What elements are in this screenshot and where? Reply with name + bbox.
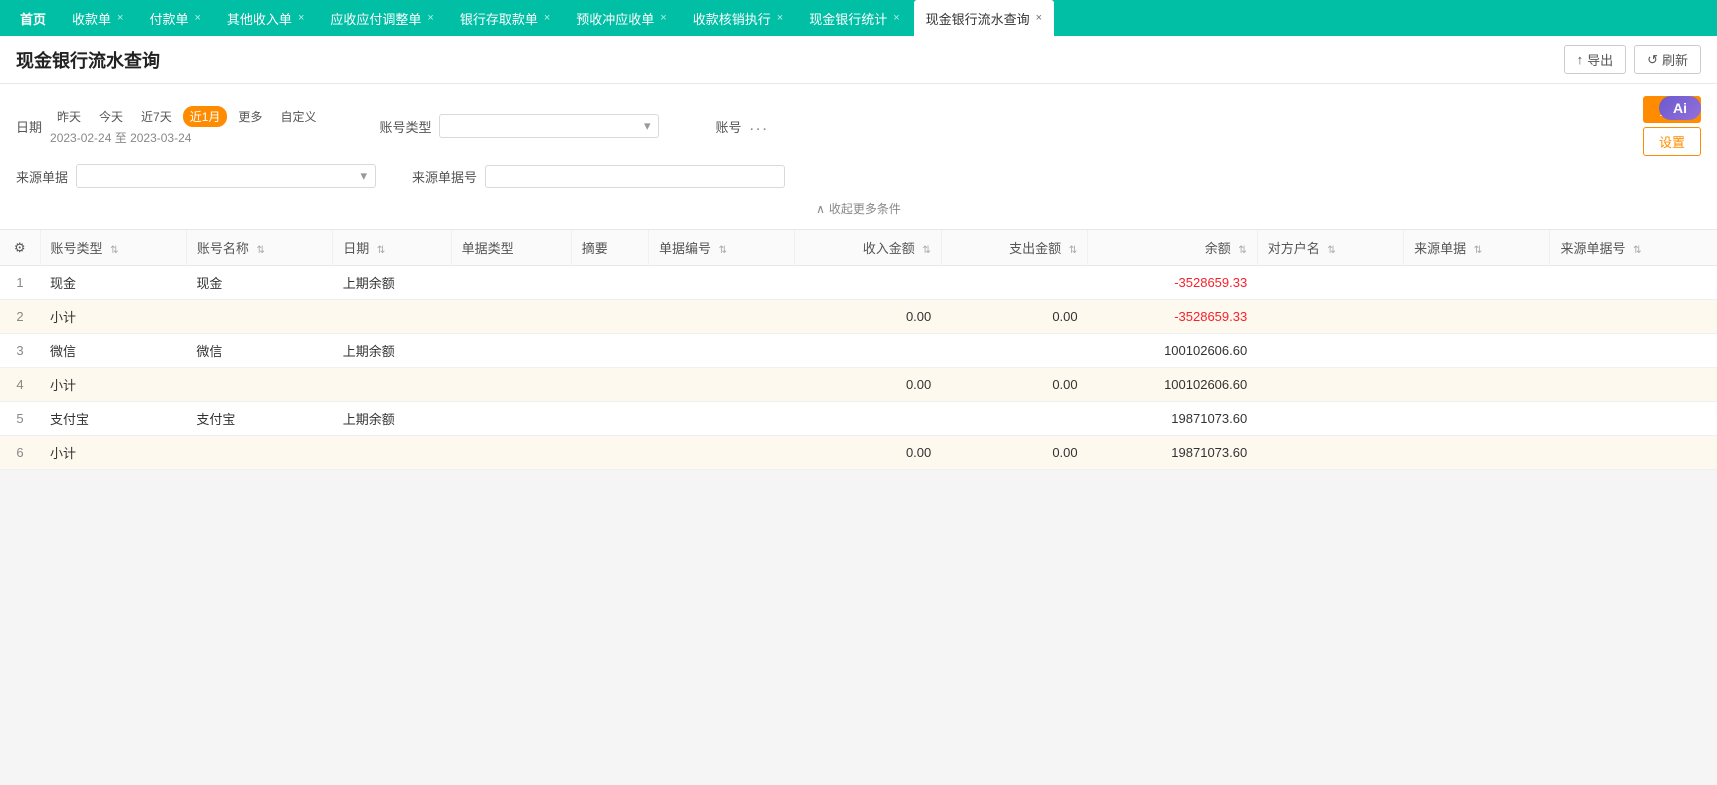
table-row: 1现金现金上期余额-3528659.33 xyxy=(0,266,1717,300)
nav-tab-yscys[interactable]: 预收冲应收单 × xyxy=(564,0,678,36)
account-filter-group: 账号 ... xyxy=(715,117,768,136)
date-range-text: 2023-02-24 至 2023-03-24 xyxy=(50,129,323,146)
chevron-up-icon: ∧ xyxy=(816,202,825,216)
source-doc-filter-group: 来源单据 ▾ xyxy=(16,164,376,188)
close-icon[interactable]: × xyxy=(1036,12,1042,24)
source-doc-num-input[interactable] xyxy=(485,165,785,188)
page-title: 现金银行流水查询 xyxy=(16,47,160,73)
nav-tab-ysyf[interactable]: 应收应付调整单 × xyxy=(318,0,445,36)
close-icon[interactable]: × xyxy=(893,12,899,24)
col-source-doc-no[interactable]: 来源单据号 ⇅ xyxy=(1550,230,1717,266)
nav-home[interactable]: 首页 xyxy=(8,0,58,36)
col-doc-no[interactable]: 单据编号 ⇅ xyxy=(649,230,795,266)
table-row: 2小计0.000.00-3528659.33 xyxy=(0,300,1717,334)
nav-tab-xjyhls[interactable]: 现金银行流水查询 × xyxy=(914,0,1054,36)
date-btn-7days[interactable]: 近7天 xyxy=(134,106,179,127)
date-label: 日期 xyxy=(16,117,42,136)
close-icon[interactable]: × xyxy=(777,12,783,24)
sort-icon: ⇅ xyxy=(1327,245,1335,256)
date-btn-1month[interactable]: 近1月 xyxy=(183,106,228,127)
source-doc-label: 来源单据 xyxy=(16,167,68,186)
close-icon[interactable]: × xyxy=(298,12,304,24)
ai-button[interactable]: Ai xyxy=(1659,96,1701,120)
table-row: 5支付宝支付宝上期余额19871073.60 xyxy=(0,402,1717,436)
table-body: 1现金现金上期余额-3528659.332小计0.000.00-3528659.… xyxy=(0,266,1717,470)
collapse-bar[interactable]: ∧ 收起更多条件 xyxy=(16,196,1701,221)
account-type-label: 账号类型 xyxy=(379,117,431,136)
filter-row-1: 日期 昨天 今天 近7天 近1月 更多 自定义 2023-02-24 至 202… xyxy=(16,96,1701,156)
table-row: 6小计0.000.0019871073.60 xyxy=(0,436,1717,470)
col-account-name[interactable]: 账号名称 ⇅ xyxy=(186,230,332,266)
sort-icon: ⇅ xyxy=(719,245,727,256)
nav-tab-shoukuandan[interactable]: 收款单 × xyxy=(60,0,135,36)
close-icon[interactable]: × xyxy=(427,12,433,24)
refresh-button[interactable]: ↺ 刷新 xyxy=(1634,45,1701,74)
header-actions: ↑ 导出 ↺ 刷新 xyxy=(1564,45,1701,74)
account-type-select[interactable]: ▾ xyxy=(439,114,659,138)
date-btn-yesterday[interactable]: 昨天 xyxy=(50,106,88,127)
sort-icon: ⇅ xyxy=(110,245,118,256)
sort-icon: ⇅ xyxy=(1238,245,1246,256)
export-button[interactable]: ↑ 导出 xyxy=(1564,45,1627,74)
table-header-row: ⚙ 账号类型 ⇅ 账号名称 ⇅ 日期 ⇅ 单据类型 摘要 xyxy=(0,230,1717,266)
nav-tab-skhx[interactable]: 收款核销执行 × xyxy=(681,0,795,36)
source-doc-select[interactable]: ▾ xyxy=(76,164,376,188)
date-shortcuts: 昨天 今天 近7天 近1月 更多 自定义 2023-02-24 至 2023-0… xyxy=(50,106,323,146)
col-counterparty[interactable]: 对方户名 ⇅ xyxy=(1257,230,1403,266)
table-row: 4小计0.000.00100102606.60 xyxy=(0,368,1717,402)
settings-button[interactable]: 设置 xyxy=(1643,127,1701,156)
date-filter-group: 日期 昨天 今天 近7天 近1月 更多 自定义 2023-02-24 至 202… xyxy=(16,106,323,146)
close-icon[interactable]: × xyxy=(660,12,666,24)
col-doc-type[interactable]: 单据类型 xyxy=(451,230,571,266)
account-type-filter-group: 账号类型 ▾ xyxy=(379,114,659,138)
close-icon[interactable]: × xyxy=(544,12,550,24)
top-nav: 首页 收款单 × 付款单 × 其他收入单 × 应收应付调整单 × 银行存取款单 … xyxy=(0,0,1717,36)
col-account-type[interactable]: 账号类型 ⇅ xyxy=(40,230,186,266)
chevron-down-icon: ▾ xyxy=(360,168,367,184)
filter-area: 日期 昨天 今天 近7天 近1月 更多 自定义 2023-02-24 至 202… xyxy=(0,84,1717,230)
account-label: 账号 xyxy=(715,117,741,136)
sort-icon: ⇅ xyxy=(1069,245,1077,256)
close-icon[interactable]: × xyxy=(194,12,200,24)
col-gear[interactable]: ⚙ xyxy=(0,230,40,266)
date-btn-today[interactable]: 今天 xyxy=(92,106,130,127)
export-icon: ↑ xyxy=(1577,52,1584,67)
nav-tab-fukuandan[interactable]: 付款单 × xyxy=(137,0,212,36)
nav-tab-yhcq[interactable]: 银行存取款单 × xyxy=(448,0,562,36)
col-date[interactable]: 日期 ⇅ xyxy=(333,230,451,266)
col-expense[interactable]: 支出金额 ⇅ xyxy=(941,230,1087,266)
source-doc-num-label: 来源单据号 xyxy=(412,167,477,186)
sort-icon: ⇅ xyxy=(922,245,930,256)
data-table: ⚙ 账号类型 ⇅ 账号名称 ⇅ 日期 ⇅ 单据类型 摘要 xyxy=(0,230,1717,470)
sort-icon: ⇅ xyxy=(377,245,385,256)
col-balance[interactable]: 余额 ⇅ xyxy=(1088,230,1258,266)
col-income[interactable]: 收入金额 ⇅ xyxy=(795,230,941,266)
chevron-down-icon: ▾ xyxy=(644,118,651,134)
nav-tab-xjyhtj[interactable]: 现金银行统计 × xyxy=(797,0,911,36)
nav-tab-qtsr[interactable]: 其他收入单 × xyxy=(215,0,316,36)
table-row: 3微信微信上期余额100102606.60 xyxy=(0,334,1717,368)
refresh-icon: ↺ xyxy=(1647,52,1658,68)
close-icon[interactable]: × xyxy=(117,12,123,24)
filter-row-2: 来源单据 ▾ 来源单据号 xyxy=(16,164,1701,188)
source-doc-num-filter-group: 来源单据号 xyxy=(412,165,785,188)
account-dots[interactable]: ... xyxy=(749,117,768,135)
sort-icon: ⇅ xyxy=(257,245,265,256)
table-container: ⚙ 账号类型 ⇅ 账号名称 ⇅ 日期 ⇅ 单据类型 摘要 xyxy=(0,230,1717,470)
date-btn-custom[interactable]: 自定义 xyxy=(273,106,323,127)
page-header: 现金银行流水查询 ↑ 导出 ↺ 刷新 xyxy=(0,36,1717,84)
sort-icon: ⇅ xyxy=(1633,245,1641,256)
col-source-doc[interactable]: 来源单据 ⇅ xyxy=(1404,230,1550,266)
date-btn-more[interactable]: 更多 xyxy=(231,106,269,127)
sort-icon: ⇅ xyxy=(1474,245,1482,256)
gear-icon: ⚙ xyxy=(14,240,26,255)
col-summary[interactable]: 摘要 xyxy=(571,230,648,266)
